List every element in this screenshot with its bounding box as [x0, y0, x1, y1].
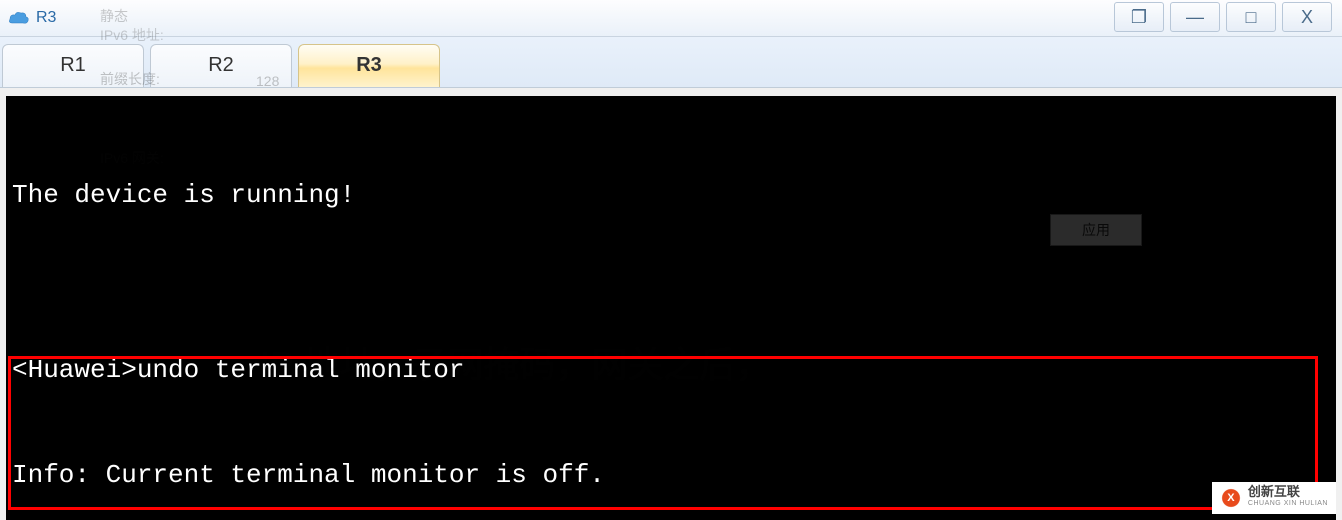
close-button[interactable]: X [1282, 2, 1332, 32]
tab-strip: R1 R2 R3 IPv6 地址: 前缀长度: 128 [0, 37, 1342, 88]
overlap-icon: ❐ [1131, 7, 1147, 28]
close-icon: X [1301, 7, 1313, 28]
tab-label: R2 [208, 54, 234, 77]
app-icon [6, 9, 30, 27]
terminal-line: The device is running! [12, 178, 1330, 213]
watermark-text: 创新互联 CHUANG XIN HULIAN [1248, 486, 1328, 510]
maximize-icon: □ [1246, 7, 1257, 28]
watermark-logo-letter: X [1227, 492, 1234, 504]
minimize-button[interactable]: — [1170, 2, 1220, 32]
window-controls: ❐ — □ X [1114, 2, 1332, 32]
terminal-line: <Huawei>undo terminal monitor [12, 353, 1330, 388]
tab-r2[interactable]: R2 [150, 44, 292, 87]
watermark: X 创新互联 CHUANG XIN HULIAN [1212, 482, 1336, 514]
tab-r3[interactable]: R3 [298, 44, 440, 87]
watermark-cn: 创新互联 [1248, 486, 1328, 498]
watermark-en: CHUANG XIN HULIAN [1248, 498, 1328, 510]
tab-r1[interactable]: R1 [2, 44, 144, 87]
tab-label: R3 [356, 54, 382, 77]
terminal-output[interactable]: The device is running! <Huawei>undo term… [6, 96, 1336, 520]
window-title: R3 [36, 9, 56, 27]
window-frame: R3 ❐ — □ X 静态 R1 R2 R3 IPv6 [0, 0, 1342, 520]
tab-label: R1 [60, 54, 86, 77]
minimize-icon: — [1186, 7, 1204, 28]
watermark-logo-icon: X [1220, 487, 1242, 509]
overlap-button[interactable]: ❐ [1114, 2, 1164, 32]
title-bar: R3 ❐ — □ X [0, 0, 1342, 37]
terminal-line: Info: Current terminal monitor is off. [12, 458, 1330, 493]
maximize-button[interactable]: □ [1226, 2, 1276, 32]
